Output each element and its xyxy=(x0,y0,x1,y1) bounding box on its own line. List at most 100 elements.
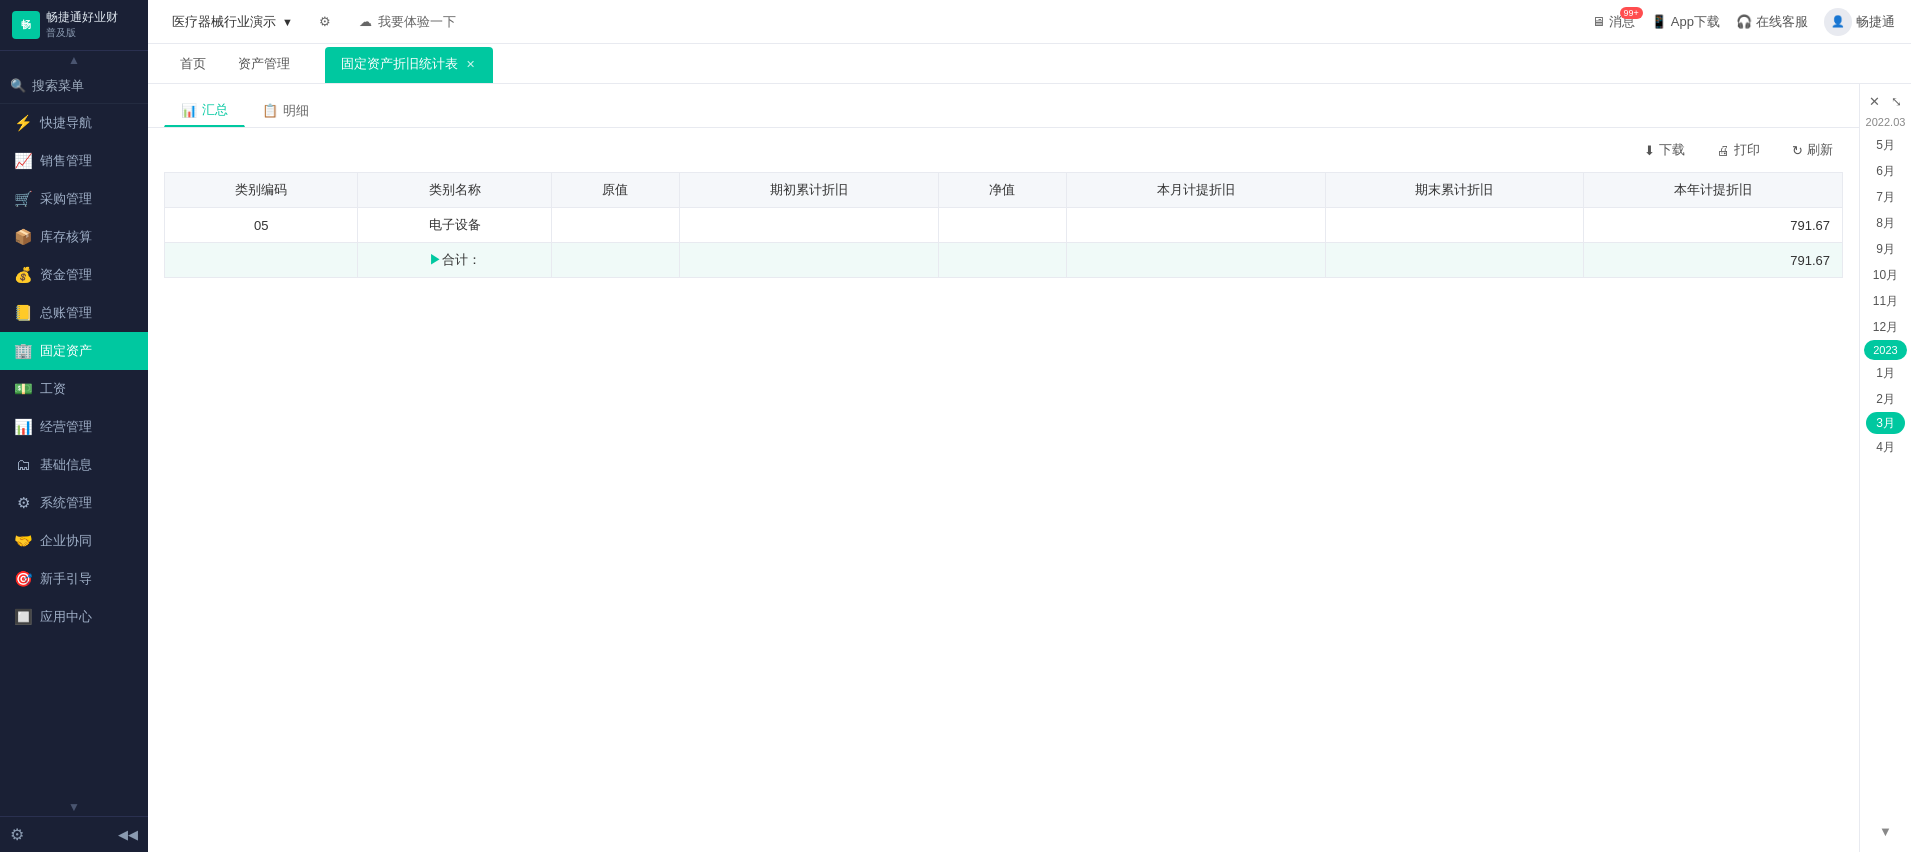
nav-label: 经营管理 xyxy=(40,418,92,436)
print-icon: 🖨 xyxy=(1717,143,1730,158)
tab-label: 资产管理 xyxy=(238,55,290,73)
month-item-5月[interactable]: 5月 xyxy=(1860,132,1911,158)
right-panel: ✕ ⤡ 2022.03 5月6月7月8月9月10月11月12月20231月2月3… xyxy=(1859,84,1911,852)
panel-close-button[interactable]: ✕ xyxy=(1866,90,1884,112)
summary-row: ▶合计：791.67 xyxy=(165,243,1843,278)
content-area: 📊汇总📋明细 ⬇ 下载 🖨 打印 ↻ 刷新 xyxy=(148,84,1911,852)
tab-资产管理[interactable]: 资产管理 ✕ xyxy=(222,47,325,83)
nav-icon: 💰 xyxy=(14,266,32,284)
nav-icon: 🎯 xyxy=(14,570,32,588)
settings-icon[interactable]: ⚙ xyxy=(10,825,24,844)
nav-icon: ⚡ xyxy=(14,114,32,132)
year-2023-tag[interactable]: 2023 xyxy=(1864,340,1907,360)
experience-label: 我要体验一下 xyxy=(378,13,456,31)
col-类别名称: 类别名称 xyxy=(358,173,551,208)
col-期初累计折旧: 期初累计折旧 xyxy=(679,173,938,208)
download-button[interactable]: ⬇ 下载 xyxy=(1634,136,1695,164)
panel-footer: ▼ xyxy=(1860,814,1911,852)
sidebar-item-基础信息[interactable]: 🗂基础信息 xyxy=(0,446,148,484)
sidebar-item-企业协同[interactable]: 🤝企业协同 xyxy=(0,522,148,560)
message-button[interactable]: 🖥 消息 99+ xyxy=(1592,13,1635,31)
download-label: 下载 xyxy=(1659,141,1685,159)
settings-button[interactable]: ⚙ xyxy=(311,8,339,36)
sidebar-scroll-up[interactable]: ▲ xyxy=(0,51,148,69)
sidebar-item-工资[interactable]: 💵工资 xyxy=(0,370,148,408)
nav-label: 资金管理 xyxy=(40,266,92,284)
month-item-12月[interactable]: 12月 xyxy=(1860,314,1911,340)
sub-tab-icon: 📊 xyxy=(181,103,197,118)
sidebar-item-固定资产[interactable]: 🏢固定资产 xyxy=(0,332,148,370)
tabs-bar: 首页 资产管理 ✕ 固定资产折旧统计表 ✕ xyxy=(148,44,1911,84)
col-净值: 净值 xyxy=(938,173,1066,208)
refresh-button[interactable]: ↻ 刷新 xyxy=(1782,136,1843,164)
sidebar-nav: ⚡快捷导航📈销售管理🛒采购管理📦库存核算 💰 资金管理 📒总账管理🏢固定资产💵工资📊经… xyxy=(0,104,148,798)
nav-label: 销售管理 xyxy=(40,152,92,170)
sidebar-scroll-down[interactable]: ▼ xyxy=(0,798,148,816)
company-selector[interactable]: 医疗器械行业演示 ▼ xyxy=(164,9,301,35)
tab-label: 固定资产折旧统计表 xyxy=(341,55,458,73)
month-item-11月[interactable]: 11月 xyxy=(1860,288,1911,314)
sidebar-item-经营管理[interactable]: 📊经营管理 xyxy=(0,408,148,446)
table-row[interactable]: 05电子设备 791.67 xyxy=(165,208,1843,243)
sidebar-header: 畅 畅捷通好业财 普及版 xyxy=(0,0,148,51)
cell-7: 791.67 xyxy=(1584,208,1843,243)
sidebar-item-总账管理[interactable]: 📒总账管理 xyxy=(0,294,148,332)
scroll-down-btn[interactable]: ▼ xyxy=(1860,818,1911,844)
nav-icon: 🗂 xyxy=(14,456,32,473)
message-badge: 99+ xyxy=(1620,7,1643,19)
app-download-button[interactable]: 📱 App下载 xyxy=(1651,13,1720,31)
sub-tab-明细[interactable]: 📋明细 xyxy=(245,95,326,127)
cell-6 xyxy=(1325,208,1584,243)
col-期末累计折旧: 期末累计折旧 xyxy=(1325,173,1584,208)
month-item-9月[interactable]: 9月 xyxy=(1860,236,1911,262)
download-icon: ⬇ xyxy=(1644,143,1655,158)
nav-label: 采购管理 xyxy=(40,190,92,208)
sidebar-item-资金管理[interactable]: 💰 资金管理 xyxy=(0,256,148,294)
month-item-8月[interactable]: 8月 xyxy=(1860,210,1911,236)
online-service-label: 在线客服 xyxy=(1756,13,1808,31)
month-item-10月[interactable]: 10月 xyxy=(1860,262,1911,288)
sub-tab-icon: 📋 xyxy=(262,103,278,118)
cell-1: 电子设备 xyxy=(358,208,551,243)
nav-icon: 💵 xyxy=(14,380,32,398)
month-item-7月[interactable]: 7月 xyxy=(1860,184,1911,210)
sidebar-item-采购管理[interactable]: 🛒采购管理 xyxy=(0,180,148,218)
tab-首页[interactable]: 首页 xyxy=(164,47,222,83)
online-service-button[interactable]: 🎧 在线客服 xyxy=(1736,13,1808,31)
cell-4 xyxy=(938,208,1066,243)
sidebar-item-新手引导[interactable]: 🎯新手引导 xyxy=(0,560,148,598)
month-item-4月[interactable]: 4月 xyxy=(1860,434,1911,460)
summary-cell-4 xyxy=(938,243,1066,278)
sidebar-item-快捷导航[interactable]: ⚡快捷导航 xyxy=(0,104,148,142)
summary-cell-6 xyxy=(1325,243,1584,278)
sidebar-item-库存核算[interactable]: 📦库存核算 xyxy=(0,218,148,256)
headset-icon: 🎧 xyxy=(1736,14,1752,29)
main-area: 医疗器械行业演示 ▼ ⚙ ☁ 我要体验一下 🖥 消息 99+ 📱 App下载 🎧… xyxy=(148,0,1911,852)
sidebar: 畅 畅捷通好业财 普及版 ▲ 🔍 搜索菜单 ⚡快捷导航📈销售管理🛒采购管理📦库存… xyxy=(0,0,148,852)
panel-expand-button[interactable]: ⤡ xyxy=(1888,90,1906,112)
app-download-label: App下载 xyxy=(1671,13,1720,31)
summary-cell-5 xyxy=(1066,243,1325,278)
sidebar-item-应用中心[interactable]: 🔲应用中心 xyxy=(0,598,148,636)
user-menu[interactable]: 👤 畅捷通 xyxy=(1824,8,1895,36)
sidebar-search[interactable]: 🔍 搜索菜单 xyxy=(0,69,148,104)
tab-label: 首页 xyxy=(180,55,206,73)
month-item-6月[interactable]: 6月 xyxy=(1860,158,1911,184)
company-name: 医疗器械行业演示 xyxy=(172,13,276,31)
month-item-3月[interactable]: 3月 xyxy=(1866,412,1905,434)
message-icon: 🖥 xyxy=(1592,14,1605,29)
experience-button[interactable]: ☁ 我要体验一下 xyxy=(359,13,456,31)
sidebar-item-系统管理[interactable]: ⚙系统管理 xyxy=(0,484,148,522)
sidebar-item-销售管理[interactable]: 📈销售管理 xyxy=(0,142,148,180)
month-item-1月[interactable]: 1月 xyxy=(1860,360,1911,386)
summary-cell-2 xyxy=(551,243,679,278)
nav-icon: 🤝 xyxy=(14,532,32,550)
collapse-icon[interactable]: ◀◀ xyxy=(118,827,138,842)
sub-tab-汇总[interactable]: 📊汇总 xyxy=(164,94,245,127)
cell-0: 05 xyxy=(165,208,358,243)
tab-close-icon[interactable]: ✕ xyxy=(296,57,309,72)
tab-close-icon[interactable]: ✕ xyxy=(464,57,477,72)
tab-固定资产折旧统计表[interactable]: 固定资产折旧统计表 ✕ xyxy=(325,47,493,83)
print-button[interactable]: 🖨 打印 xyxy=(1707,136,1770,164)
month-item-2月[interactable]: 2月 xyxy=(1860,386,1911,412)
